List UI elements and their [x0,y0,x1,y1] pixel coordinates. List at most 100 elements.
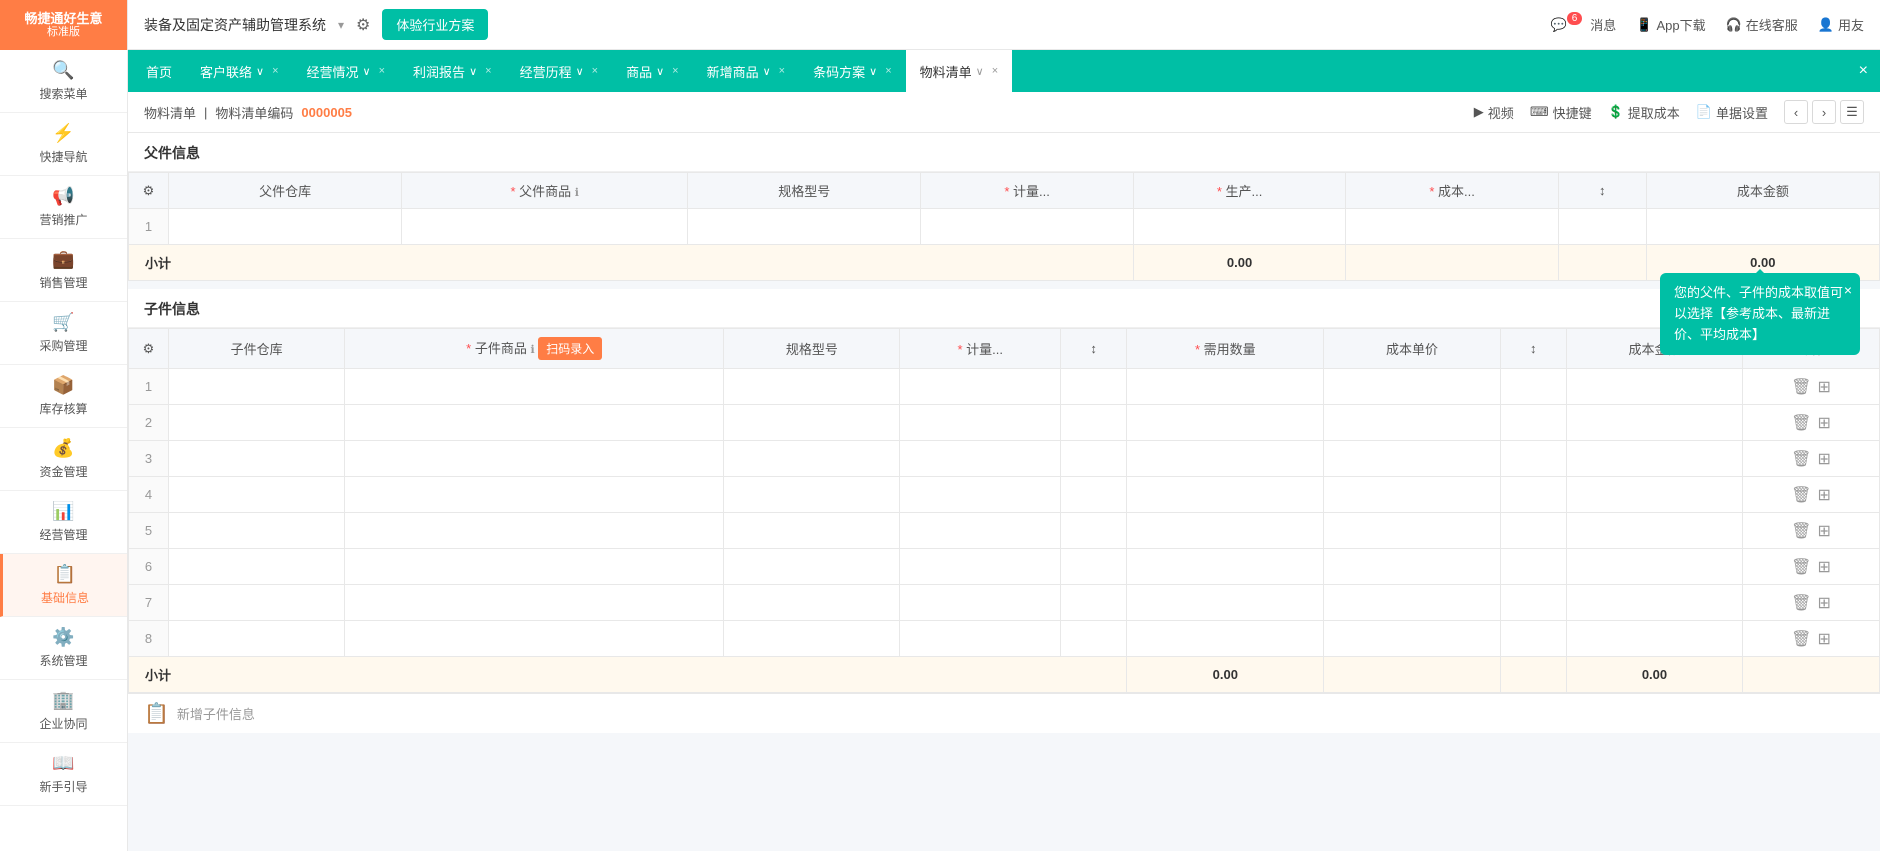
child-cell-unit-8[interactable] [900,621,1060,657]
copy-icon-1[interactable]: ⊞ [1817,377,1830,397]
settings-icon[interactable]: ⚙ [356,15,370,35]
tab-customers[interactable]: 客户联络 ∨ × [186,50,293,92]
tab-profit-close[interactable]: × [485,65,491,77]
child-cell-unit-price-3[interactable] [1324,441,1500,477]
parent-cell-warehouse-1[interactable] [169,209,402,245]
child-cell-spec-1[interactable] [724,369,900,405]
child-cell-sort2-5[interactable] [1500,513,1566,549]
child-cell-sort2-3[interactable] [1500,441,1566,477]
child-cell-sort2-2[interactable] [1500,405,1566,441]
child-cell-unit-2[interactable] [900,405,1060,441]
sidebar-item-enterprise[interactable]: 🏢企业协同 [0,680,127,743]
child-cell-unit-4[interactable] [900,477,1060,513]
child-cell-spec-7[interactable] [724,585,900,621]
delete-icon-4[interactable]: 🗑 [1791,485,1811,505]
child-cell-spec-5[interactable] [724,513,900,549]
child-cell-unit-5[interactable] [900,513,1060,549]
tab-goods[interactable]: 商品 ∨ × [612,50,693,92]
nav-next-btn[interactable]: › [1812,100,1836,124]
delete-icon-8[interactable]: 🗑 [1791,629,1811,649]
child-cell-unit-price-8[interactable] [1324,621,1500,657]
child-cell-unit-price-5[interactable] [1324,513,1500,549]
child-cell-unit-3[interactable] [900,441,1060,477]
sidebar-item-system[interactable]: ⚙️系统管理 [0,617,127,680]
delete-icon-2[interactable]: 🗑 [1791,413,1811,433]
child-cell-unit-price-7[interactable] [1324,585,1500,621]
copy-icon-7[interactable]: ⊞ [1817,593,1830,613]
copy-icon-6[interactable]: ⊞ [1817,557,1830,577]
online-service-action[interactable]: 🎧 在线客服 [1726,15,1798,34]
parent-th-settings[interactable]: ⚙ [129,173,169,209]
child-cell-goods-8[interactable] [345,621,724,657]
child-cell-sort2-4[interactable] [1500,477,1566,513]
nav-prev-btn[interactable]: ‹ [1784,100,1808,124]
child-cell-sort-3[interactable] [1060,441,1126,477]
child-cell-spec-8[interactable] [724,621,900,657]
child-cell-sort-2[interactable] [1060,405,1126,441]
child-cell-sort-5[interactable] [1060,513,1126,549]
child-cell-sort-8[interactable] [1060,621,1126,657]
child-cell-unit-7[interactable] [900,585,1060,621]
sidebar-item-base-info[interactable]: 📋基础信息 [0,554,127,617]
child-cell-sort2-6[interactable] [1500,549,1566,585]
sidebar-item-sales[interactable]: 💼销售管理 [0,239,127,302]
child-cell-goods-4[interactable] [345,477,724,513]
copy-icon-2[interactable]: ⊞ [1817,413,1830,433]
child-cell-warehouse-7[interactable] [169,585,345,621]
delete-icon-7[interactable]: 🗑 [1791,593,1811,613]
child-cell-goods-2[interactable] [345,405,724,441]
copy-icon-3[interactable]: ⊞ [1817,449,1830,469]
child-cell-spec-4[interactable] [724,477,900,513]
parent-cell-unit-1[interactable] [921,209,1133,245]
tab-goods-close[interactable]: × [672,65,678,77]
copy-icon-4[interactable]: ⊞ [1817,485,1830,505]
child-cell-sort2-1[interactable] [1500,369,1566,405]
tab-barcode-close[interactable]: × [885,65,891,77]
sidebar-item-operations[interactable]: 📊经营管理 [0,491,127,554]
child-cell-warehouse-6[interactable] [169,549,345,585]
parent-cell-sort-1[interactable] [1558,209,1646,245]
child-cell-sort-6[interactable] [1060,549,1126,585]
tab-profit[interactable]: 利润报告 ∨ × [399,50,506,92]
child-cell-warehouse-8[interactable] [169,621,345,657]
child-cell-qty-4[interactable] [1127,477,1324,513]
tab-customers-close[interactable]: × [272,65,278,77]
sidebar-item-marketing[interactable]: 📢营销推广 [0,176,127,239]
tab-barcode[interactable]: 条码方案 ∨ × [799,50,906,92]
user-action[interactable]: 👤 用友 [1818,15,1864,34]
add-child-label[interactable]: 新增子件信息 [177,704,255,723]
child-cell-sort-4[interactable] [1060,477,1126,513]
parent-cell-cost-1[interactable] [1346,209,1558,245]
sidebar-item-search[interactable]: 🔍搜索菜单 [0,50,127,113]
child-cell-goods-1[interactable] [345,369,724,405]
child-cell-warehouse-4[interactable] [169,477,345,513]
tab-operations-close[interactable]: × [379,65,385,77]
parent-cell-goods-1[interactable] [402,209,688,245]
tab-new-goods-close[interactable]: × [779,65,785,77]
child-cell-qty-6[interactable] [1127,549,1324,585]
tab-new-goods[interactable]: 新增商品 ∨ × [693,50,800,92]
copy-icon-5[interactable]: ⊞ [1817,521,1830,541]
system-dropdown-icon[interactable]: ▾ [338,18,344,32]
child-cell-unit-1[interactable] [900,369,1060,405]
tab-history[interactable]: 经营历程 ∨ × [506,50,613,92]
child-cell-qty-5[interactable] [1127,513,1324,549]
tab-history-close[interactable]: × [592,65,598,77]
settings-action[interactable]: 📄 单据设置 [1696,103,1768,122]
child-cell-warehouse-2[interactable] [169,405,345,441]
tab-home[interactable]: 首页 [132,50,186,92]
child-cell-goods-7[interactable] [345,585,724,621]
tab-operations[interactable]: 经营情况 ∨ × [293,50,400,92]
child-cell-spec-6[interactable] [724,549,900,585]
delete-icon-5[interactable]: 🗑 [1791,521,1811,541]
child-cell-unit-price-1[interactable] [1324,369,1500,405]
sidebar-item-quick-nav[interactable]: ⚡快捷导航 [0,113,127,176]
delete-icon-3[interactable]: 🗑 [1791,449,1811,469]
sidebar-item-guide[interactable]: 📖新手引导 [0,743,127,806]
child-cell-goods-5[interactable] [345,513,724,549]
nav-close-all[interactable]: × [1851,62,1876,80]
scan-input-btn[interactable]: 扫码录入 [538,337,602,360]
tab-bom-close[interactable]: × [992,65,998,77]
shortcut-action[interactable]: ⌨ 快捷键 [1530,103,1592,122]
child-cell-unit-price-4[interactable] [1324,477,1500,513]
